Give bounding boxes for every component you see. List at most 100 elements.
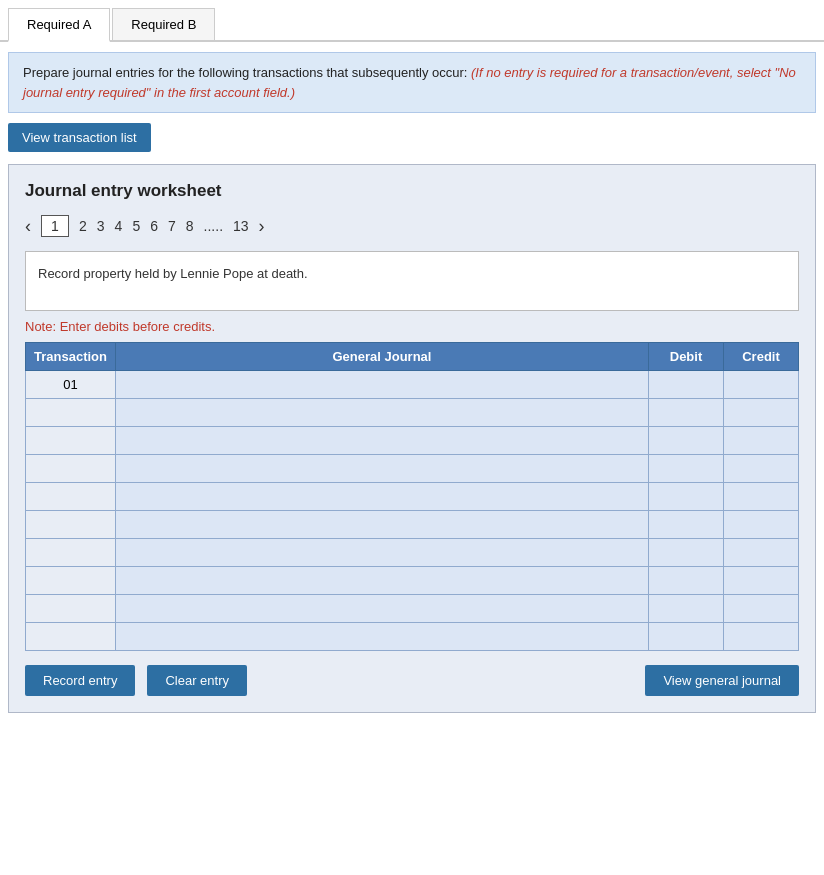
debit-input[interactable] bbox=[653, 431, 719, 450]
debit-input[interactable] bbox=[653, 459, 719, 478]
debit-cell[interactable] bbox=[649, 511, 724, 539]
debit-cell[interactable] bbox=[649, 567, 724, 595]
credit-cell[interactable] bbox=[724, 399, 799, 427]
credit-cell[interactable] bbox=[724, 595, 799, 623]
page-7[interactable]: 7 bbox=[168, 218, 176, 234]
debit-input[interactable] bbox=[653, 543, 719, 562]
debit-cell[interactable] bbox=[649, 539, 724, 567]
page-2[interactable]: 2 bbox=[79, 218, 87, 234]
debit-input[interactable] bbox=[653, 599, 719, 618]
instruction-main: Prepare journal entries for the followin… bbox=[23, 65, 471, 80]
col-header-credit: Credit bbox=[724, 343, 799, 371]
debit-cell[interactable] bbox=[649, 371, 724, 399]
credit-input[interactable] bbox=[728, 431, 794, 450]
journal-input[interactable] bbox=[120, 627, 644, 646]
debit-input[interactable] bbox=[653, 627, 719, 646]
prev-page-arrow[interactable]: ‹ bbox=[25, 216, 31, 237]
page-8[interactable]: 8 bbox=[186, 218, 194, 234]
journal-input[interactable] bbox=[120, 599, 644, 618]
debit-input[interactable] bbox=[653, 403, 719, 422]
page-1[interactable]: 1 bbox=[41, 215, 69, 237]
transaction-cell bbox=[26, 623, 116, 651]
page-6[interactable]: 6 bbox=[150, 218, 158, 234]
credit-cell[interactable] bbox=[724, 483, 799, 511]
general-journal-cell[interactable] bbox=[115, 399, 648, 427]
credit-cell[interactable] bbox=[724, 455, 799, 483]
page-13[interactable]: 13 bbox=[233, 218, 249, 234]
credit-input[interactable] bbox=[728, 487, 794, 506]
page-navigation: ‹ 1 2 3 4 5 6 7 8 ..... 13 › bbox=[25, 215, 799, 237]
page-ellipsis: ..... bbox=[204, 218, 223, 234]
journal-input[interactable] bbox=[120, 571, 644, 590]
clear-entry-button[interactable]: Clear entry bbox=[147, 665, 247, 696]
worksheet-container: Journal entry worksheet ‹ 1 2 3 4 5 6 7 … bbox=[8, 164, 816, 713]
journal-table: Transaction General Journal Debit Credit… bbox=[25, 342, 799, 651]
journal-input[interactable] bbox=[120, 459, 644, 478]
credit-input[interactable] bbox=[728, 375, 794, 394]
worksheet-title: Journal entry worksheet bbox=[25, 181, 799, 201]
general-journal-cell[interactable] bbox=[115, 371, 648, 399]
credit-input[interactable] bbox=[728, 459, 794, 478]
tab-required-a[interactable]: Required A bbox=[8, 8, 110, 42]
col-header-general-journal: General Journal bbox=[115, 343, 648, 371]
page-3[interactable]: 3 bbox=[97, 218, 105, 234]
credit-cell[interactable] bbox=[724, 371, 799, 399]
general-journal-cell[interactable] bbox=[115, 427, 648, 455]
credit-input[interactable] bbox=[728, 403, 794, 422]
description-text: Record property held by Lennie Pope at d… bbox=[38, 266, 308, 281]
general-journal-cell[interactable] bbox=[115, 595, 648, 623]
journal-input[interactable] bbox=[120, 487, 644, 506]
debit-input[interactable] bbox=[653, 571, 719, 590]
instruction-box: Prepare journal entries for the followin… bbox=[8, 52, 816, 113]
transaction-cell bbox=[26, 511, 116, 539]
credit-input[interactable] bbox=[728, 599, 794, 618]
journal-input[interactable] bbox=[120, 543, 644, 562]
debit-cell[interactable] bbox=[649, 399, 724, 427]
general-journal-cell[interactable] bbox=[115, 567, 648, 595]
transaction-cell bbox=[26, 483, 116, 511]
debit-cell[interactable] bbox=[649, 623, 724, 651]
debit-cell[interactable] bbox=[649, 483, 724, 511]
view-transaction-button[interactable]: View transaction list bbox=[8, 123, 151, 152]
credit-cell[interactable] bbox=[724, 623, 799, 651]
debit-input[interactable] bbox=[653, 515, 719, 534]
table-row bbox=[26, 511, 799, 539]
general-journal-cell[interactable] bbox=[115, 539, 648, 567]
transaction-cell bbox=[26, 539, 116, 567]
record-entry-button[interactable]: Record entry bbox=[25, 665, 135, 696]
page-5[interactable]: 5 bbox=[132, 218, 140, 234]
credit-cell[interactable] bbox=[724, 427, 799, 455]
general-journal-cell[interactable] bbox=[115, 511, 648, 539]
debit-cell[interactable] bbox=[649, 427, 724, 455]
debit-cell[interactable] bbox=[649, 595, 724, 623]
credit-cell[interactable] bbox=[724, 567, 799, 595]
table-row bbox=[26, 567, 799, 595]
page-4[interactable]: 4 bbox=[115, 218, 123, 234]
journal-input[interactable] bbox=[120, 375, 644, 394]
next-page-arrow[interactable]: › bbox=[259, 216, 265, 237]
general-journal-cell[interactable] bbox=[115, 483, 648, 511]
credit-cell[interactable] bbox=[724, 539, 799, 567]
debit-cell[interactable] bbox=[649, 455, 724, 483]
journal-input[interactable] bbox=[120, 431, 644, 450]
general-journal-cell[interactable] bbox=[115, 623, 648, 651]
transaction-cell bbox=[26, 567, 116, 595]
transaction-cell bbox=[26, 399, 116, 427]
credit-input[interactable] bbox=[728, 543, 794, 562]
debit-input[interactable] bbox=[653, 487, 719, 506]
tabs-bar: Required A Required B bbox=[0, 0, 824, 42]
table-row bbox=[26, 539, 799, 567]
transaction-cell bbox=[26, 455, 116, 483]
credit-input[interactable] bbox=[728, 515, 794, 534]
journal-input[interactable] bbox=[120, 515, 644, 534]
tab-required-b[interactable]: Required B bbox=[112, 8, 215, 40]
debit-input[interactable] bbox=[653, 375, 719, 394]
journal-input[interactable] bbox=[120, 403, 644, 422]
credit-input[interactable] bbox=[728, 627, 794, 646]
general-journal-cell[interactable] bbox=[115, 455, 648, 483]
credit-input[interactable] bbox=[728, 571, 794, 590]
credit-cell[interactable] bbox=[724, 511, 799, 539]
table-row bbox=[26, 623, 799, 651]
transaction-cell bbox=[26, 595, 116, 623]
view-general-journal-button[interactable]: View general journal bbox=[645, 665, 799, 696]
